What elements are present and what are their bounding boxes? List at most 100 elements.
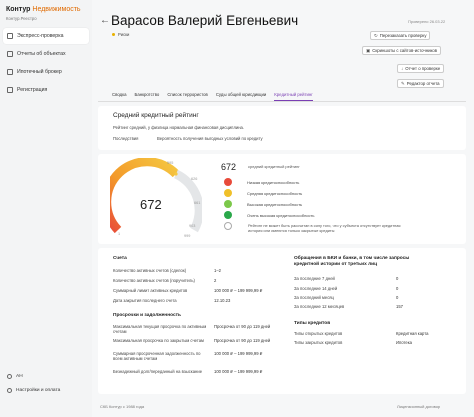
requests-row-label: За последние 14 дней (294, 286, 338, 291)
refresh-icon: ↻ (374, 32, 378, 38)
credit-types-row-value: Кредитная карта (396, 331, 429, 336)
scale-tick: 626 (191, 177, 198, 181)
legend-label: Низкая кредитоспособность (247, 179, 300, 185)
rating-description: Рейтинг средний, у физлица нормальная фи… (113, 125, 245, 130)
user-menu[interactable]: АН (7, 374, 23, 379)
recheck-label: Перезаказать проверку (379, 33, 427, 38)
page-title: Варасов Валерий Евгеньевич (111, 13, 299, 28)
credit-types-row-label: Типы закрытых кредитов (294, 340, 343, 345)
sidebar-item-label: Регистрация (17, 87, 48, 93)
accounts-row-label: Дата закрытия последнего счета (113, 298, 177, 303)
sidebar-item-label: Отчеты об объектах (17, 51, 66, 57)
overdue-title: Просрочки и задолженность (113, 313, 181, 318)
brand-name: Контур (6, 6, 31, 13)
scale-tick: 661 (194, 201, 201, 205)
tab-terrorists[interactable]: Список террористов (167, 92, 208, 101)
tab-summary[interactable]: Сводка (112, 92, 127, 101)
brand-logo[interactable]: Контур Недвижимость (6, 6, 81, 13)
report-label: Отчет о проверке (405, 66, 441, 71)
requests-row-value: 157 (396, 304, 403, 309)
overdue-row-value: Просрочка от 90 до 119 дней (214, 338, 271, 343)
tab-courts[interactable]: Суды общей юрисдикции (216, 92, 266, 101)
overdue-row-value: 100 000 ₽ – 199 999,99 ₽ (214, 351, 263, 356)
license-link[interactable]: Лицензионный договор (397, 404, 440, 409)
editor-button[interactable]: ✎ Редактор отчета (397, 79, 444, 88)
credit-types-row-value: Ипотека (396, 340, 412, 345)
checked-date: Проверено 26.03.22 (408, 19, 446, 24)
gauge-marker (174, 172, 178, 176)
overdue-row-value: Просрочка от 90 до 119 дней (214, 324, 271, 329)
legend-label: Средняя кредитоспособность (247, 190, 303, 196)
scale-tick: 595 (167, 161, 174, 165)
gear-icon (7, 388, 12, 393)
legend-label: Высокая кредитоспособность (247, 201, 303, 207)
brand-sub: Контур.Реестро (6, 16, 37, 21)
settings-link[interactable]: Настройки и оплата (7, 388, 60, 393)
sidebar-item-label: Ипотечный брокер (17, 69, 62, 75)
tab-credit-rating[interactable]: Кредитный рейтинг (274, 92, 313, 101)
legend-low: Низкая кредитоспособность (224, 178, 299, 186)
back-arrow-icon[interactable]: ← (100, 15, 110, 26)
red-dot-icon (224, 178, 232, 186)
accounts-title: Счета (113, 256, 127, 261)
search-doc-icon (7, 33, 13, 39)
accounts-row-value: 12.10.23 (214, 298, 231, 303)
empty-dot-icon (224, 222, 232, 230)
overdue-row-label: Суммарная просроченная задолженность по … (113, 351, 201, 362)
sidebar: Контур Недвижимость Контур.Реестро Экспр… (0, 0, 92, 417)
legend-very-high: Очень высокая кредитоспособность (224, 211, 314, 219)
screenshots-button[interactable]: ▣ Скриншоты с сайтов-источников (362, 46, 442, 55)
tab-bankruptcy[interactable]: Банкротство (135, 92, 160, 101)
sidebar-item-express-check[interactable]: Экспресс-проверка (3, 28, 89, 44)
settings-label: Настройки и оплата (16, 388, 61, 393)
requests-row-value: 0 (396, 295, 399, 300)
footer-copyright: СКБ Контур с 1988 года (100, 404, 145, 409)
report-icon (7, 51, 13, 57)
warning-dot-icon (112, 33, 115, 36)
screenshots-label: Скриншоты с сайтов-источников (372, 48, 438, 53)
requests-row-label: За последние 7 дней (294, 276, 335, 281)
scale-tick: 1 (118, 232, 121, 236)
scale-tick: 999 (184, 234, 191, 238)
requests-title: Обращения в БКИ и банки, в том числе зап… (294, 256, 410, 267)
accounts-row-value: 1–2 (214, 268, 221, 273)
image-icon: ▣ (366, 47, 371, 53)
report-button[interactable]: ↓ Отчет о проверке (397, 64, 445, 73)
tab-bar: Сводка Банкротство Список террористов Су… (112, 92, 313, 101)
accounts-row-label: Количество активных счетов (сделок) (113, 268, 187, 273)
risk-badge: Риски (112, 32, 129, 37)
consequences-label: Последствия (113, 136, 139, 141)
sidebar-item-label: Экспресс-проверка (17, 33, 64, 39)
tabs-divider (98, 101, 466, 102)
recheck-button[interactable]: ↻ Перезаказать проверку (370, 31, 431, 40)
accounts-row-value: 100 000 ₽ – 199 999,99 ₽ (214, 288, 263, 293)
editor-label: Редактор отчета (406, 81, 440, 86)
sidebar-item-mortgage[interactable]: Ипотечный брокер (3, 64, 89, 80)
mortgage-icon (7, 69, 13, 75)
accounts-row-label: Суммарный лимит активных кредитов (113, 288, 188, 293)
user-label: АН (16, 374, 23, 379)
legend-label: Очень высокая кредитоспособность (247, 212, 315, 218)
requests-row-value: 0 (396, 276, 399, 281)
legend-medium: Средняя кредитоспособность (224, 189, 302, 197)
legend-note: Рейтинг не может быть рассчитан в силу т… (248, 223, 401, 234)
sidebar-nav: Экспресс-проверка Отчеты об объектах Ипо… (3, 28, 89, 100)
overdue-row-label: Максимальная текущая просрочка по активн… (113, 324, 207, 335)
gauge-score: 672 (140, 197, 162, 212)
requests-row-value: 0 (396, 286, 399, 291)
download-icon: ↓ (401, 66, 404, 71)
brand-accent: Недвижимость (32, 6, 81, 13)
score-value: 672 (221, 162, 237, 172)
requests-row-label: За последний месяц (294, 295, 334, 300)
scale-tick: 903 (189, 224, 196, 228)
accounts-row-value: 2 (214, 278, 217, 283)
edit-icon: ✎ (401, 80, 405, 86)
yellow-dot-icon (224, 189, 232, 197)
sidebar-item-registration[interactable]: Регистрация (3, 82, 89, 98)
sidebar-item-reports[interactable]: Отчеты об объектах (3, 46, 89, 62)
risk-label: Риски (118, 32, 130, 37)
lightgreen-dot-icon (224, 200, 232, 208)
rating-summary-title: Средний кредитный рейтинг (113, 112, 199, 119)
registration-icon (7, 87, 13, 93)
overdue-row-label: Максимальная просрочка по закрытым счета… (113, 338, 204, 343)
